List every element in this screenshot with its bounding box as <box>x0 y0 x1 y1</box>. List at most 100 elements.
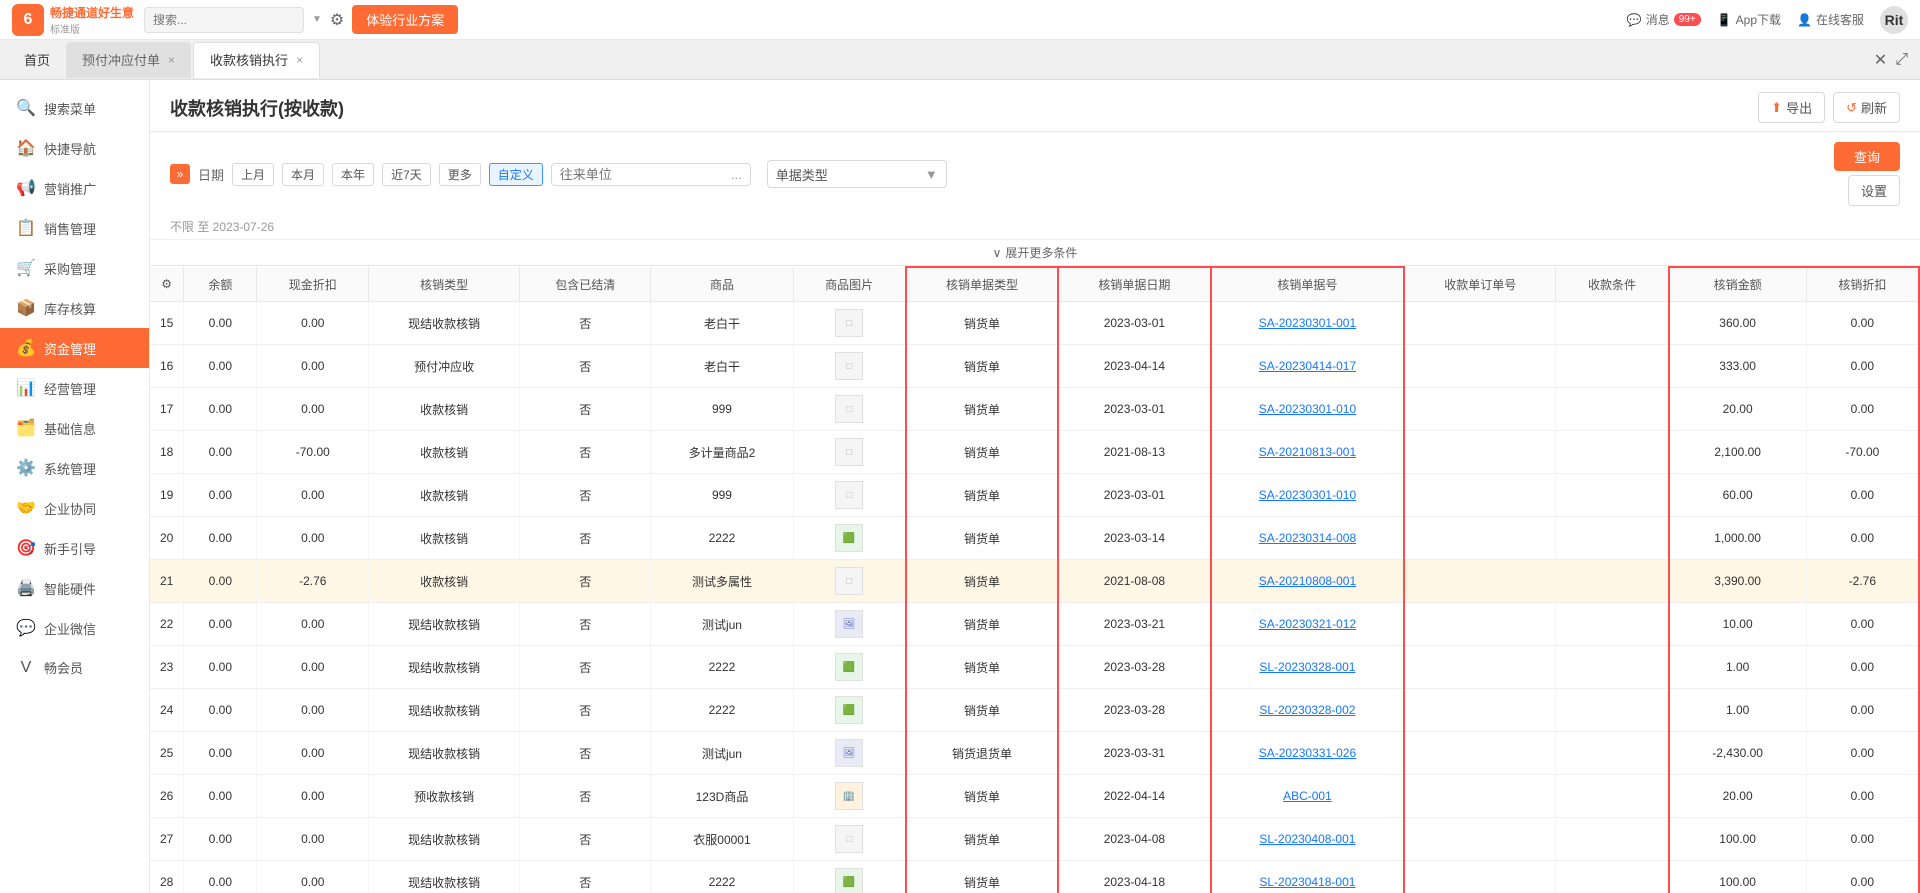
cell-balance: 0.00 <box>184 431 257 474</box>
export-btn[interactable]: ⬆ 导出 <box>1758 92 1825 123</box>
cell-cash-discount: 0.00 <box>257 689 369 732</box>
industry-btn[interactable]: 体验行业方案 <box>352 5 458 34</box>
sidebar-item-basic[interactable]: 🗂️ 基础信息 <box>0 408 149 448</box>
search-input[interactable] <box>144 7 304 33</box>
last-month-btn[interactable]: 上月 <box>232 163 274 186</box>
cell-cancel-bill-no[interactable]: SA-20230301-010 <box>1211 388 1405 431</box>
bill-no-link[interactable]: SA-20230321-012 <box>1259 617 1356 631</box>
filter-collapse-btn[interactable]: » <box>170 164 190 184</box>
cell-cancel-bill-no[interactable]: SL-20230418-001 <box>1211 861 1405 893</box>
counterpart-input-wrap[interactable]: ... <box>551 163 751 186</box>
sidebar-item-wechat[interactable]: 💬 企业微信 <box>0 608 149 648</box>
bill-no-link[interactable]: SL-20230418-001 <box>1259 875 1355 889</box>
cell-cancel-bill-no[interactable]: SA-20230321-012 <box>1211 603 1405 646</box>
cell-goods: 999 <box>651 474 793 517</box>
notification-area[interactable]: 💬 消息 99+ <box>1627 11 1701 28</box>
query-btn[interactable]: 查询 <box>1834 142 1900 171</box>
sidebar-item-member[interactable]: V 畅会员 <box>0 648 149 687</box>
cell-cancel-bill-no[interactable]: SA-20230301-001 <box>1211 302 1405 345</box>
cell-cancel-bill-no[interactable]: ABC-001 <box>1211 775 1405 818</box>
bill-no-link[interactable]: SA-20230301-010 <box>1259 488 1356 502</box>
custom-date-btn[interactable]: 自定义 <box>489 163 543 186</box>
table-settings-icon[interactable]: ⚙ <box>161 277 172 291</box>
cell-cancel-amount: 2,100.00 <box>1669 431 1807 474</box>
tab-prepay-close[interactable]: × <box>168 53 175 67</box>
sidebar-item-marketing[interactable]: 📢 营销推广 <box>0 168 149 208</box>
dropdown-arrow-icon[interactable]: ▼ <box>312 14 322 25</box>
cell-cancel-bill-no[interactable]: SA-20230314-008 <box>1211 517 1405 560</box>
bill-no-link[interactable]: SA-20230414-017 <box>1259 359 1356 373</box>
cell-payment-terms <box>1556 775 1669 818</box>
cell-cancel-discount: 0.00 <box>1806 302 1919 345</box>
sidebar-item-operations[interactable]: 📊 经营管理 <box>0 368 149 408</box>
table-row: 18 0.00 -70.00 收款核销 否 多计量商品2 □ 销货单 2021-… <box>150 431 1919 474</box>
cell-cash-discount: 0.00 <box>257 302 369 345</box>
th-settings[interactable]: ⚙ <box>150 267 184 302</box>
sidebar-item-hardware[interactable]: 🖨️ 智能硬件 <box>0 568 149 608</box>
cell-cancel-bill-no[interactable]: SL-20230328-001 <box>1211 646 1405 689</box>
bill-type-arrow-icon: ▼ <box>925 167 938 182</box>
this-month-btn[interactable]: 本月 <box>282 163 324 186</box>
cell-no: 22 <box>150 603 184 646</box>
sidebar-item-sales[interactable]: 📋 销售管理 <box>0 208 149 248</box>
avatar[interactable]: Rit <box>1880 6 1908 34</box>
bill-no-link[interactable]: SA-20230331-026 <box>1259 746 1356 760</box>
service-icon: 👤 <box>1797 13 1812 27</box>
bill-no-link[interactable]: SA-20230314-008 <box>1259 531 1356 545</box>
bill-no-link[interactable]: ABC-001 <box>1283 789 1332 803</box>
counterpart-input[interactable] <box>560 167 731 182</box>
bill-type-select[interactable]: 单据类型 ▼ <box>767 160 947 188</box>
sidebar-item-collab[interactable]: 🤝 企业协同 <box>0 488 149 528</box>
cell-balance: 0.00 <box>184 517 257 560</box>
tab-collection[interactable]: 收款核销执行 × <box>193 42 320 78</box>
tab-collection-close[interactable]: × <box>296 53 303 67</box>
table-area[interactable]: ⚙ 余额 现金折扣 核销类型 包含已结清 商品 商品图片 核销单据类型 核销单据… <box>150 266 1920 893</box>
tab-home[interactable]: 首页 <box>8 42 66 78</box>
table-row: 26 0.00 0.00 预收款核销 否 123D商品 🏢 销货单 2022-0… <box>150 775 1919 818</box>
bill-no-link[interactable]: SA-20210808-001 <box>1259 574 1356 588</box>
cell-cancel-bill-no[interactable]: SA-20230414-017 <box>1211 345 1405 388</box>
cell-include-settled: 否 <box>520 689 651 732</box>
sidebar-item-search[interactable]: 🔍 搜索菜单 <box>0 88 149 128</box>
cell-cancel-date: 2023-04-08 <box>1058 818 1210 861</box>
th-include-settled: 包含已结清 <box>520 267 651 302</box>
bill-no-link[interactable]: SL-20230408-001 <box>1259 832 1355 846</box>
table-row: 20 0.00 0.00 收款核销 否 2222 🟩 销货单 2023-03-1… <box>150 517 1919 560</box>
sidebar-item-system[interactable]: ⚙️ 系统管理 <box>0 448 149 488</box>
tab-expand-btn[interactable]: ⤢ <box>1895 51 1908 69</box>
cell-cancel-bill-no[interactable]: SA-20210813-001 <box>1211 431 1405 474</box>
app-download-area[interactable]: 📱 App下载 <box>1717 11 1781 28</box>
cell-cancel-bill-no[interactable]: SL-20230408-001 <box>1211 818 1405 861</box>
this-year-btn[interactable]: 本年 <box>332 163 374 186</box>
bill-no-link[interactable]: SL-20230328-001 <box>1259 660 1355 674</box>
bill-no-link[interactable]: SA-20230301-010 <box>1259 402 1356 416</box>
setting-btn[interactable]: 设置 <box>1848 175 1900 206</box>
tab-close-all-btn[interactable]: ✕ <box>1874 50 1887 70</box>
refresh-btn[interactable]: ↺ 刷新 <box>1833 92 1900 123</box>
gear-icon[interactable]: ⚙ <box>330 10 344 30</box>
cell-cancel-bill-no[interactable]: SA-20210808-001 <box>1211 560 1405 603</box>
operations-icon: 📊 <box>16 378 36 398</box>
logo-area: 6 畅捷通道好生意 标准版 <box>12 4 134 36</box>
bill-no-link[interactable]: SA-20210813-001 <box>1259 445 1356 459</box>
more-date-btn[interactable]: 更多 <box>439 163 481 186</box>
collab-icon: 🤝 <box>16 498 36 518</box>
online-service-area[interactable]: 👤 在线客服 <box>1797 11 1864 28</box>
sidebar-item-purchase[interactable]: 🛒 采购管理 <box>0 248 149 288</box>
cell-collection-order <box>1404 689 1556 732</box>
sidebar-item-guide[interactable]: 🎯 新手引导 <box>0 528 149 568</box>
sidebar-item-funds[interactable]: 💰 资金管理 <box>0 328 149 368</box>
last7days-btn[interactable]: 近7天 <box>382 163 431 186</box>
cell-cancel-bill-no[interactable]: SL-20230328-002 <box>1211 689 1405 732</box>
bill-no-link[interactable]: SA-20230301-001 <box>1259 316 1356 330</box>
cell-cancel-bill-no[interactable]: SA-20230331-026 <box>1211 732 1405 775</box>
sidebar-item-inventory[interactable]: 📦 库存核算 <box>0 288 149 328</box>
tab-prepay[interactable]: 预付冲应付单 × <box>66 42 191 78</box>
cell-cancel-bill-type: 销货单 <box>906 431 1058 474</box>
bill-no-link[interactable]: SL-20230328-002 <box>1259 703 1355 717</box>
expand-more-btn[interactable]: ∨ 展开更多条件 <box>150 239 1920 265</box>
sidebar-label-system: 系统管理 <box>44 459 96 478</box>
cell-cancel-bill-no[interactable]: SA-20230301-010 <box>1211 474 1405 517</box>
sidebar-item-quicknav[interactable]: 🏠 快捷导航 <box>0 128 149 168</box>
member-icon: V <box>16 659 36 677</box>
